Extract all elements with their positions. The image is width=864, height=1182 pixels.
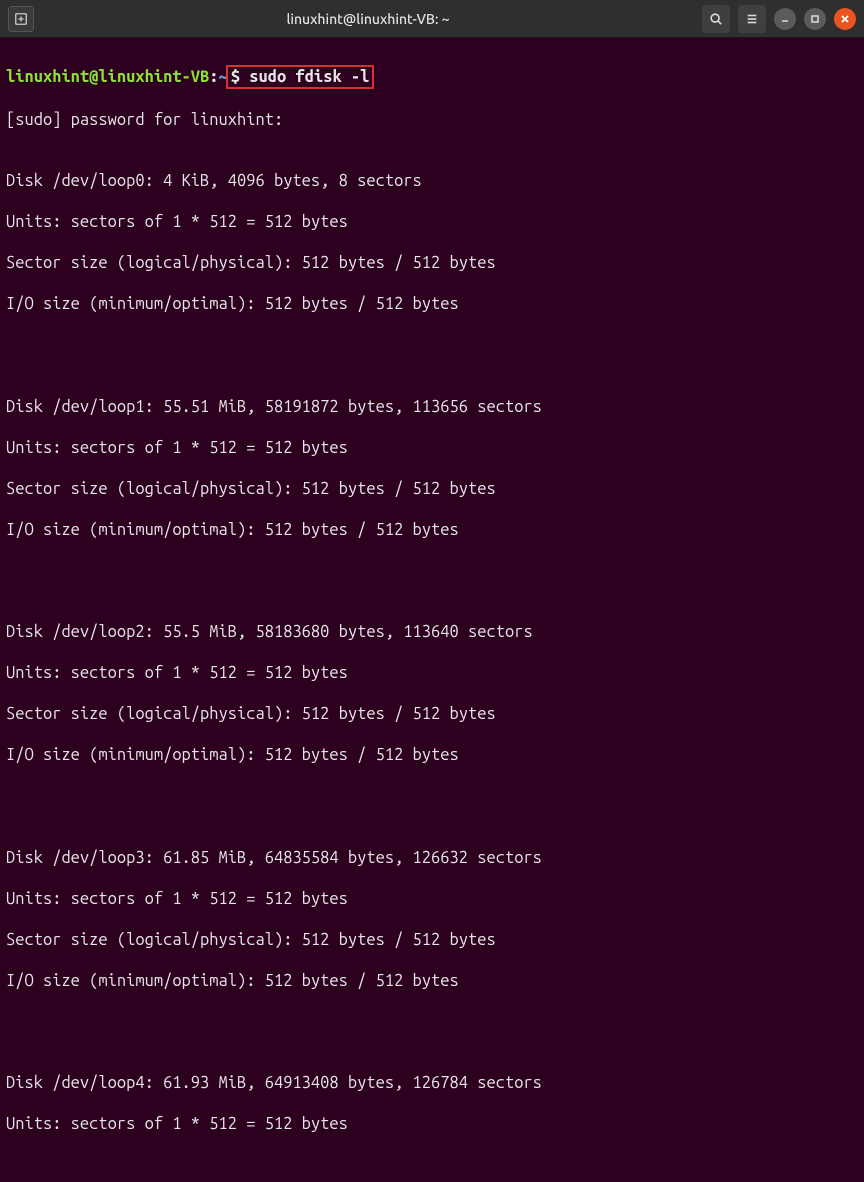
output-line: Units: sectors of 1 * 512 = 512 bytes <box>6 438 858 459</box>
output-line: Units: sectors of 1 * 512 = 512 bytes <box>6 889 858 910</box>
output-line: Disk /dev/loop2: 55.5 MiB, 58183680 byte… <box>6 622 858 643</box>
disk-block: Disk /dev/loop1: 55.51 MiB, 58191872 byt… <box>6 376 858 561</box>
search-button[interactable] <box>702 5 730 33</box>
prompt-colon: : <box>209 68 218 86</box>
prompt-line: linuxhint@linuxhint-VB:~$ sudo fdisk -l <box>6 65 858 90</box>
command-text: sudo fdisk -l <box>249 68 369 86</box>
menu-button[interactable] <box>738 5 766 33</box>
titlebar: linuxhint@linuxhint-VB: ~ <box>0 0 864 38</box>
prompt-dollar: $ <box>231 68 240 86</box>
output-line: Sector size (logical/physical): 512 byte… <box>6 704 858 725</box>
output-line: I/O size (minimum/optimal): 512 bytes / … <box>6 971 858 992</box>
output-line: Disk /dev/loop3: 61.85 MiB, 64835584 byt… <box>6 848 858 869</box>
hamburger-icon <box>745 12 759 26</box>
new-tab-icon <box>14 12 28 26</box>
output-line: I/O size (minimum/optimal): 512 bytes / … <box>6 294 858 315</box>
window-title: linuxhint@linuxhint-VB: ~ <box>42 11 694 27</box>
output-line: I/O size (minimum/optimal): 512 bytes / … <box>6 745 858 766</box>
maximize-button[interactable] <box>804 8 826 30</box>
disk-block: Disk /dev/loop4: 61.93 MiB, 64913408 byt… <box>6 1053 858 1156</box>
maximize-icon <box>810 14 820 24</box>
output-line: Disk /dev/loop4: 61.93 MiB, 64913408 byt… <box>6 1073 858 1094</box>
sudo-password-line: [sudo] password for linuxhint: <box>6 110 858 131</box>
output-line: Disk /dev/loop0: 4 KiB, 4096 bytes, 8 se… <box>6 171 858 192</box>
output-line: Disk /dev/loop1: 55.51 MiB, 58191872 byt… <box>6 397 858 418</box>
output-line: I/O size (minimum/optimal): 512 bytes / … <box>6 520 858 541</box>
close-button[interactable] <box>834 8 856 30</box>
output-line: Sector size (logical/physical): 512 byte… <box>6 253 858 274</box>
output-line: Sector size (logical/physical): 512 byte… <box>6 479 858 500</box>
output-line: Sector size (logical/physical): 512 byte… <box>6 930 858 951</box>
close-icon <box>840 14 850 24</box>
search-icon <box>709 12 723 26</box>
command-highlight-box: $ sudo fdisk -l <box>226 65 375 90</box>
disk-block: Disk /dev/loop3: 61.85 MiB, 64835584 byt… <box>6 827 858 1012</box>
minimize-icon <box>780 14 790 24</box>
output-line: Units: sectors of 1 * 512 = 512 bytes <box>6 212 858 233</box>
new-tab-button[interactable] <box>8 6 34 32</box>
minimize-button[interactable] <box>774 8 796 30</box>
titlebar-left <box>8 6 34 32</box>
terminal-area[interactable]: linuxhint@linuxhint-VB:~$ sudo fdisk -l … <box>0 38 864 1182</box>
output-line: Units: sectors of 1 * 512 = 512 bytes <box>6 1114 858 1135</box>
output-line: Units: sectors of 1 * 512 = 512 bytes <box>6 663 858 684</box>
prompt-user-host: linuxhint@linuxhint-VB <box>6 68 209 86</box>
disk-block: Disk /dev/loop2: 55.5 MiB, 58183680 byte… <box>6 602 858 787</box>
titlebar-right <box>702 5 856 33</box>
disk-block: Disk /dev/loop0: 4 KiB, 4096 bytes, 8 se… <box>6 151 858 336</box>
